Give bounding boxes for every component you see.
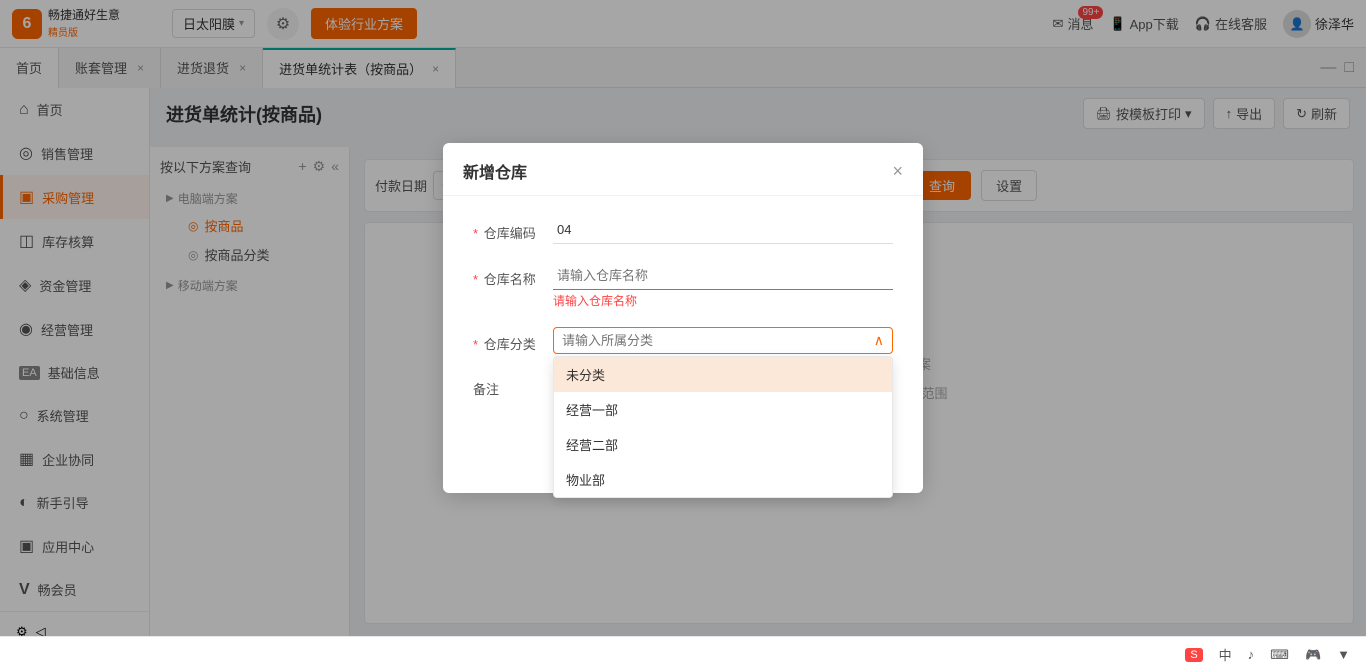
warehouse-name-label: * 仓库名称 <box>473 262 553 288</box>
s-icon: S <box>1185 648 1202 662</box>
new-warehouse-modal: 新增仓库 × * 仓库编码 * 仓库名称 <box>443 143 923 493</box>
warehouse-name-error: 请输入仓库名称 <box>553 292 893 309</box>
status-bar: S 中 ♪ ⌨ 🎮 ▼ <box>0 636 1366 672</box>
warehouse-name-input[interactable] <box>553 262 893 290</box>
warehouse-code-wrapper <box>553 216 893 244</box>
status-item-keyboard[interactable]: ⌨ <box>1270 647 1289 663</box>
status-item-s[interactable]: S <box>1185 648 1202 662</box>
warehouse-code-row: * 仓库编码 <box>473 216 893 244</box>
status-dropdown-icon: ▼ <box>1337 647 1350 662</box>
modal-overlay: 新增仓库 × * 仓库编码 * 仓库名称 <box>0 0 1366 636</box>
category-input-wrap: ∧ <box>553 327 893 354</box>
code-required-mark: * <box>473 226 478 241</box>
game-icon: 🎮 <box>1305 647 1321 663</box>
modal-body: * 仓库编码 * 仓库名称 请输入仓库名称 <box>443 196 923 430</box>
category-input[interactable] <box>562 333 874 348</box>
modal-header: 新增仓库 × <box>443 143 923 196</box>
dropdown-item-uncategorized[interactable]: 未分类 <box>554 357 892 392</box>
status-item-zh[interactable]: 中 <box>1219 645 1232 664</box>
dropdown-item-ops2[interactable]: 经营二部 <box>554 427 892 462</box>
dropdown-item-property[interactable]: 物业部 <box>554 462 892 497</box>
warehouse-note-label: 备注 <box>473 372 553 398</box>
warehouse-code-label: * 仓库编码 <box>473 216 553 242</box>
category-required-mark: * <box>473 337 478 352</box>
warehouse-category-row: * 仓库分类 ∧ 未分类 经营一部 经营二部 物业部 <box>473 327 893 354</box>
status-item-music[interactable]: ♪ <box>1248 647 1255 662</box>
dropdown-item-ops1[interactable]: 经营一部 <box>554 392 892 427</box>
keyboard-icon: ⌨ <box>1270 647 1289 663</box>
modal-title: 新增仓库 <box>463 159 527 183</box>
zh-icon: 中 <box>1219 645 1232 664</box>
warehouse-code-input[interactable] <box>553 216 893 244</box>
category-arrow-icon[interactable]: ∧ <box>874 332 884 349</box>
name-required-mark: * <box>473 272 478 287</box>
status-item-dropdown[interactable]: ▼ <box>1337 647 1350 662</box>
modal-close-button[interactable]: × <box>892 161 903 182</box>
category-dropdown: 未分类 经营一部 经营二部 物业部 <box>553 356 893 498</box>
warehouse-category-wrapper: ∧ 未分类 经营一部 经营二部 物业部 <box>553 327 893 354</box>
music-icon: ♪ <box>1248 647 1255 662</box>
warehouse-name-wrapper: 请输入仓库名称 <box>553 262 893 309</box>
status-item-game[interactable]: 🎮 <box>1305 647 1321 663</box>
warehouse-name-row: * 仓库名称 请输入仓库名称 <box>473 262 893 309</box>
warehouse-category-label: * 仓库分类 <box>473 327 553 353</box>
